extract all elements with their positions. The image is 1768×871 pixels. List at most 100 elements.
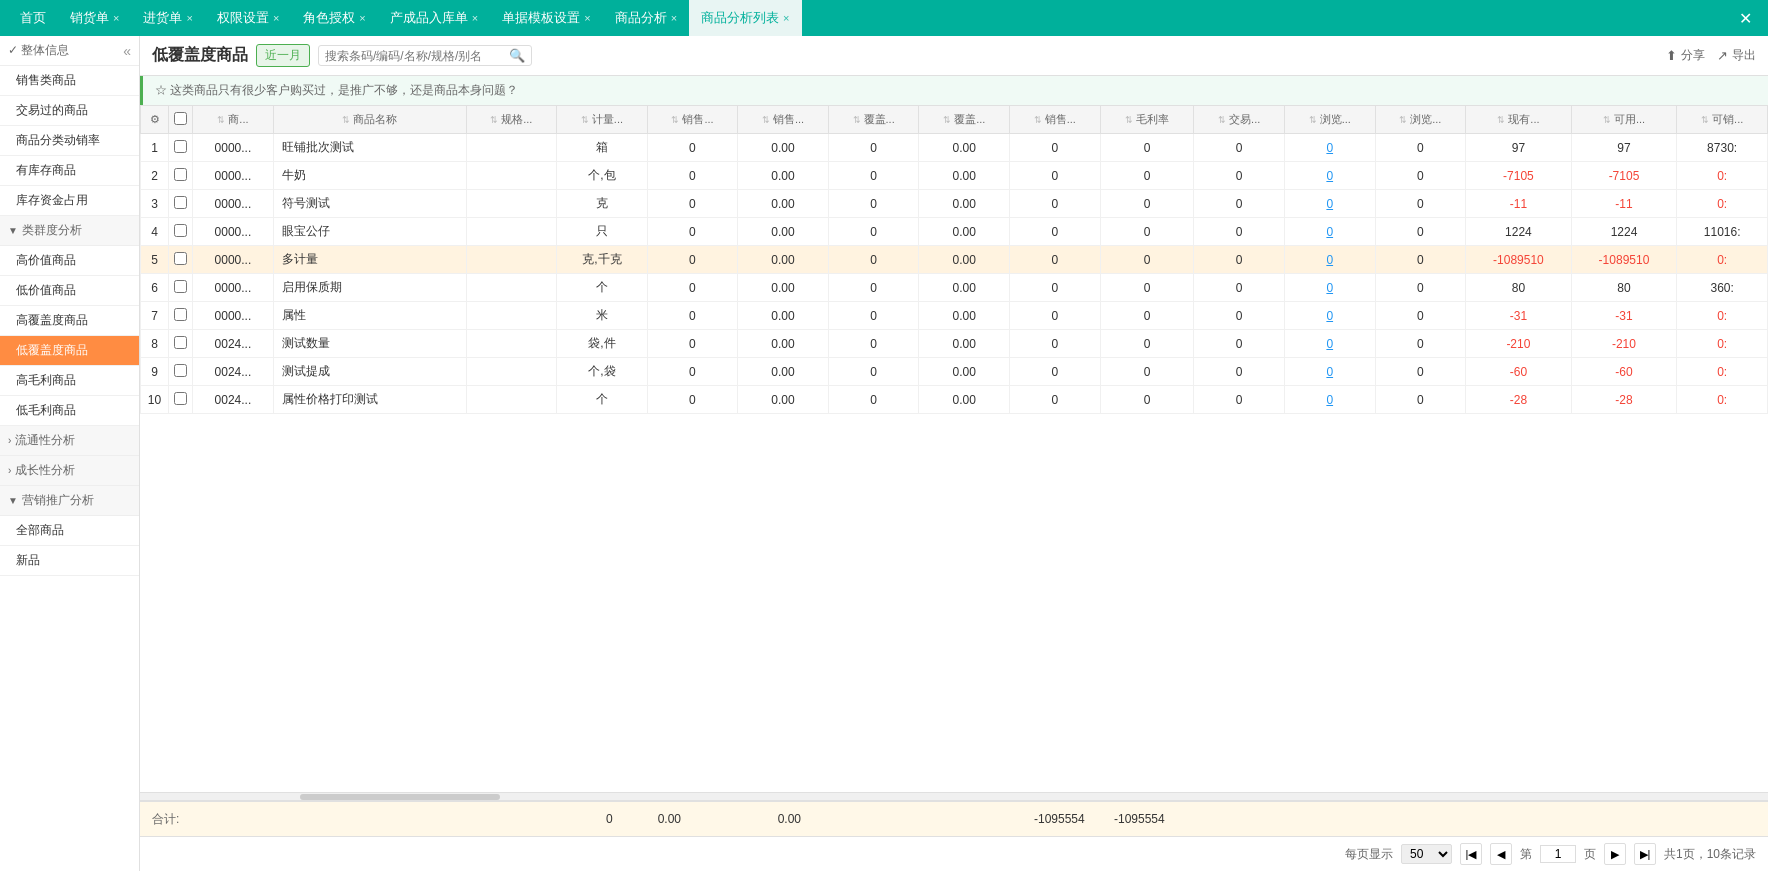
cell-sales2: 0.00 xyxy=(738,134,829,162)
sidebar-item-low-value[interactable]: 低价值商品 xyxy=(0,276,139,306)
cell-browse1[interactable]: 0 xyxy=(1284,302,1375,330)
th-gross-margin[interactable]: ⇅ 毛利率 xyxy=(1100,106,1194,134)
th-code[interactable]: ⇅ 商... xyxy=(193,106,274,134)
sidebar-section-group-analysis[interactable]: ▼ 类群度分析 xyxy=(0,216,139,246)
cell-browse1[interactable]: 0 xyxy=(1284,218,1375,246)
scrollbar-thumb[interactable] xyxy=(300,794,500,800)
export-action[interactable]: ↗ 导出 xyxy=(1717,47,1756,64)
nav-product-entry[interactable]: 产成品入库单 × xyxy=(378,0,490,36)
cell-checkbox[interactable] xyxy=(169,302,193,330)
th-name[interactable]: ⇅ 商品名称 xyxy=(273,106,466,134)
sidebar-collapse-btn[interactable]: ✓ 整体信息 « xyxy=(0,36,139,66)
sidebar-item-sales-goods[interactable]: 销售类商品 xyxy=(0,66,139,96)
cell-spec xyxy=(466,218,557,246)
nav-sales[interactable]: 销货单 × xyxy=(58,0,131,36)
collapse-icon[interactable]: « xyxy=(123,43,131,59)
sidebar-item-new-goods[interactable]: 新品 xyxy=(0,546,139,576)
nav-template-settings[interactable]: 单据模板设置 × xyxy=(490,0,602,36)
cell-browse1[interactable]: 0 xyxy=(1284,274,1375,302)
next-page-btn[interactable]: ▶ xyxy=(1604,843,1626,865)
th-trade[interactable]: ⇅ 交易... xyxy=(1194,106,1285,134)
th-browse1[interactable]: ⇅ 浏览... xyxy=(1284,106,1375,134)
th-spec[interactable]: ⇅ 规格... xyxy=(466,106,557,134)
sidebar-section-marketing[interactable]: ▼ 营销推广分析 xyxy=(0,486,139,516)
nav-close-purchase[interactable]: × xyxy=(186,12,192,24)
cell-browse1[interactable]: 0 xyxy=(1284,358,1375,386)
table-container[interactable]: ⚙ ⇅ 商... ⇅ 商品名称 ⇅ 规格... ⇅ 计量... ⇅ 销售... … xyxy=(140,105,1768,792)
cell-cover1: 0 xyxy=(828,162,919,190)
nav-close-roles[interactable]: × xyxy=(359,12,365,24)
cell-checkbox[interactable] xyxy=(169,218,193,246)
sidebar-item-high-value[interactable]: 高价值商品 xyxy=(0,246,139,276)
th-settings[interactable]: ⚙ xyxy=(141,106,169,134)
cell-checkbox[interactable] xyxy=(169,358,193,386)
th-current[interactable]: ⇅ 现有... xyxy=(1466,106,1572,134)
cell-browse1[interactable]: 0 xyxy=(1284,190,1375,218)
share-action[interactable]: ⬆ 分享 xyxy=(1666,47,1705,64)
cell-browse1[interactable]: 0 xyxy=(1284,134,1375,162)
th-cover2[interactable]: ⇅ 覆盖... xyxy=(919,106,1010,134)
cell-browse2: 0 xyxy=(1375,302,1466,330)
sidebar-section-liquidity[interactable]: › 流通性分析 xyxy=(0,426,139,456)
cell-checkbox[interactable] xyxy=(169,246,193,274)
nav-close-sales[interactable]: × xyxy=(113,12,119,24)
cell-no: 5 xyxy=(141,246,169,274)
th-unit[interactable]: ⇅ 计量... xyxy=(557,106,648,134)
filter-btn[interactable]: 近一月 xyxy=(256,44,310,67)
first-page-btn[interactable]: |◀ xyxy=(1460,843,1482,865)
nav-close-permissions[interactable]: × xyxy=(273,12,279,24)
sidebar-item-high-margin[interactable]: 高毛利商品 xyxy=(0,366,139,396)
th-saleable[interactable]: ⇅ 可销... xyxy=(1677,106,1768,134)
th-available[interactable]: ⇅ 可用... xyxy=(1571,106,1677,134)
th-sales3[interactable]: ⇅ 销售... xyxy=(1009,106,1100,134)
nav-goods-analysis-list[interactable]: 商品分析列表 × xyxy=(689,0,801,36)
sidebar-item-low-margin[interactable]: 低毛利商品 xyxy=(0,396,139,426)
cell-browse1[interactable]: 0 xyxy=(1284,162,1375,190)
cell-checkbox[interactable] xyxy=(169,274,193,302)
horizontal-scrollbar[interactable] xyxy=(140,792,1768,800)
select-all-checkbox[interactable] xyxy=(174,112,187,125)
sidebar-item-stock-capital[interactable]: 库存资金占用 xyxy=(0,186,139,216)
sidebar-item-low-coverage[interactable]: 低覆盖度商品 xyxy=(0,336,139,366)
window-close-button[interactable]: ✕ xyxy=(1731,9,1760,28)
nav-close-product-entry[interactable]: × xyxy=(472,12,478,24)
cell-checkbox[interactable] xyxy=(169,134,193,162)
cell-sales2: 0.00 xyxy=(738,190,829,218)
cell-browse1[interactable]: 0 xyxy=(1284,330,1375,358)
last-page-btn[interactable]: ▶| xyxy=(1634,843,1656,865)
nav-roles[interactable]: 角色授权 × xyxy=(291,0,377,36)
sidebar-section-growth[interactable]: › 成长性分析 xyxy=(0,456,139,486)
cell-checkbox[interactable] xyxy=(169,330,193,358)
nav-home[interactable]: 首页 xyxy=(8,0,58,36)
cell-checkbox[interactable] xyxy=(169,386,193,414)
cell-name: 属性价格打印测试 xyxy=(273,386,466,414)
prev-page-btn[interactable]: ◀ xyxy=(1490,843,1512,865)
search-icon[interactable]: 🔍 xyxy=(509,48,525,63)
cell-checkbox[interactable] xyxy=(169,190,193,218)
th-cover1[interactable]: ⇅ 覆盖... xyxy=(828,106,919,134)
sidebar-item-high-coverage[interactable]: 高覆盖度商品 xyxy=(0,306,139,336)
nav-close-goods-analysis[interactable]: × xyxy=(671,12,677,24)
sidebar-item-traded-goods[interactable]: 交易过的商品 xyxy=(0,96,139,126)
cell-browse1[interactable]: 0 xyxy=(1284,246,1375,274)
cell-cover2: 0.00 xyxy=(919,358,1010,386)
nav-close-template-settings[interactable]: × xyxy=(584,12,590,24)
cell-browse2: 0 xyxy=(1375,134,1466,162)
cell-checkbox[interactable] xyxy=(169,162,193,190)
cell-trade: 0 xyxy=(1194,246,1285,274)
sidebar-item-category-rate[interactable]: 商品分类动销率 xyxy=(0,126,139,156)
sidebar-item-all-goods[interactable]: 全部商品 xyxy=(0,516,139,546)
cell-sales3: 0 xyxy=(1009,330,1100,358)
th-browse2[interactable]: ⇅ 浏览... xyxy=(1375,106,1466,134)
th-sales1[interactable]: ⇅ 销售... xyxy=(647,106,738,134)
nav-permissions[interactable]: 权限设置 × xyxy=(205,0,291,36)
nav-close-goods-analysis-list[interactable]: × xyxy=(783,12,789,24)
per-page-select[interactable]: 50 100 200 xyxy=(1401,844,1452,864)
nav-purchase[interactable]: 进货单 × xyxy=(131,0,204,36)
cell-browse1[interactable]: 0 xyxy=(1284,386,1375,414)
sidebar-item-in-stock[interactable]: 有库存商品 xyxy=(0,156,139,186)
search-input[interactable] xyxy=(325,49,505,63)
page-input[interactable] xyxy=(1540,845,1576,863)
nav-goods-analysis[interactable]: 商品分析 × xyxy=(603,0,689,36)
th-sales2[interactable]: ⇅ 销售... xyxy=(738,106,829,134)
